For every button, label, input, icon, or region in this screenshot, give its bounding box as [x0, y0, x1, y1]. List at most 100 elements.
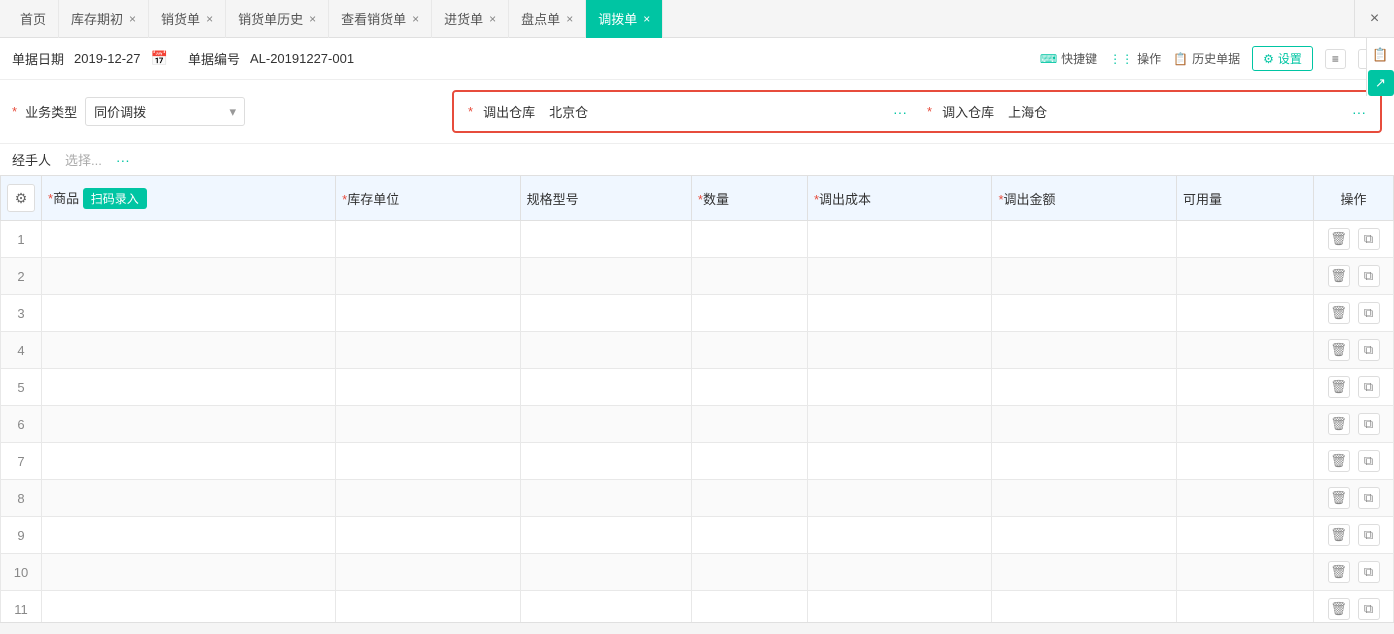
- copy-row-icon[interactable]: ⧉: [1358, 413, 1380, 435]
- cell-available[interactable]: [1177, 554, 1314, 591]
- cell-amount[interactable]: [992, 443, 1177, 480]
- cell-amount[interactable]: [992, 369, 1177, 406]
- cell-cost[interactable]: [807, 480, 992, 517]
- cell-spec[interactable]: [520, 295, 691, 332]
- cell-product[interactable]: [42, 295, 336, 332]
- cell-product[interactable]: [42, 406, 336, 443]
- cell-available[interactable]: [1177, 591, 1314, 623]
- cell-spec[interactable]: [520, 443, 691, 480]
- cell-quantity[interactable]: [691, 480, 807, 517]
- copy-row-icon[interactable]: ⧉: [1358, 302, 1380, 324]
- copy-row-icon[interactable]: ⧉: [1358, 524, 1380, 546]
- cell-cost[interactable]: [807, 406, 992, 443]
- cell-amount[interactable]: [992, 406, 1177, 443]
- cell-cost[interactable]: [807, 554, 992, 591]
- tab-home[interactable]: 首页: [8, 0, 59, 38]
- tab-inventory-check[interactable]: 盘点单 ×: [509, 0, 586, 38]
- cell-amount[interactable]: [992, 258, 1177, 295]
- cell-cost[interactable]: [807, 517, 992, 554]
- table-settings-icon[interactable]: ⚙: [7, 184, 35, 212]
- cell-quantity[interactable]: [691, 554, 807, 591]
- cell-product[interactable]: [42, 332, 336, 369]
- close-icon[interactable]: ×: [489, 12, 496, 26]
- cell-spec[interactable]: [520, 369, 691, 406]
- close-icon[interactable]: ×: [566, 12, 573, 26]
- copy-row-icon[interactable]: ⧉: [1358, 228, 1380, 250]
- cell-quantity[interactable]: [691, 406, 807, 443]
- person-select[interactable]: 选择...: [65, 150, 102, 169]
- cell-quantity[interactable]: [691, 258, 807, 295]
- cell-spec[interactable]: [520, 332, 691, 369]
- cell-available[interactable]: [1177, 480, 1314, 517]
- cell-amount[interactable]: [992, 332, 1177, 369]
- close-icon[interactable]: ×: [309, 12, 316, 26]
- horizontal-scrollbar[interactable]: [0, 622, 1394, 634]
- cell-cost[interactable]: [807, 258, 992, 295]
- cell-unit[interactable]: [336, 554, 521, 591]
- cell-cost[interactable]: [807, 591, 992, 623]
- biz-type-select[interactable]: 同价调拨 ▾: [85, 97, 245, 126]
- cell-available[interactable]: [1177, 369, 1314, 406]
- delete-row-icon[interactable]: 🗑: [1328, 598, 1350, 620]
- operations-button[interactable]: ⋮⋮ 操作: [1109, 50, 1161, 67]
- delete-row-icon[interactable]: 🗑: [1328, 265, 1350, 287]
- close-icon[interactable]: ×: [643, 12, 650, 26]
- cell-product[interactable]: [42, 369, 336, 406]
- copy-row-icon[interactable]: ⧉: [1358, 598, 1380, 620]
- barcode-scan-button[interactable]: 扫码录入: [83, 188, 147, 209]
- cell-quantity[interactable]: [691, 443, 807, 480]
- view-toggle-list[interactable]: ≡: [1325, 49, 1346, 69]
- close-icon[interactable]: ×: [206, 12, 213, 26]
- cell-available[interactable]: [1177, 221, 1314, 258]
- cell-available[interactable]: [1177, 332, 1314, 369]
- in-warehouse-more-icon[interactable]: ···: [1352, 104, 1366, 120]
- out-warehouse-more-icon[interactable]: ···: [893, 104, 907, 120]
- delete-row-icon[interactable]: 🗑: [1328, 302, 1350, 324]
- delete-row-icon[interactable]: 🗑: [1328, 228, 1350, 250]
- cell-cost[interactable]: [807, 221, 992, 258]
- cell-spec[interactable]: [520, 406, 691, 443]
- cell-product[interactable]: [42, 554, 336, 591]
- cell-spec[interactable]: [520, 480, 691, 517]
- cell-cost[interactable]: [807, 443, 992, 480]
- delete-row-icon[interactable]: 🗑: [1328, 561, 1350, 583]
- cell-amount[interactable]: [992, 591, 1177, 623]
- cell-unit[interactable]: [336, 517, 521, 554]
- cell-unit[interactable]: [336, 369, 521, 406]
- person-more-icon[interactable]: ···: [116, 152, 130, 168]
- settings-button[interactable]: ⚙ 设置: [1252, 46, 1313, 71]
- cell-spec[interactable]: [520, 517, 691, 554]
- delete-row-icon[interactable]: 🗑: [1328, 450, 1350, 472]
- close-icon[interactable]: ×: [129, 12, 136, 26]
- tab-purchase-order[interactable]: 进货单 ×: [432, 0, 509, 38]
- cell-product[interactable]: [42, 591, 336, 623]
- tab-transfer[interactable]: 调拨单 ×: [586, 0, 663, 38]
- delete-row-icon[interactable]: 🗑: [1328, 339, 1350, 361]
- sidebar-notes-icon[interactable]: 📋: [1368, 42, 1394, 68]
- copy-row-icon[interactable]: ⧉: [1358, 339, 1380, 361]
- cell-cost[interactable]: [807, 369, 992, 406]
- cell-quantity[interactable]: [691, 332, 807, 369]
- cell-cost[interactable]: [807, 332, 992, 369]
- cell-spec[interactable]: [520, 221, 691, 258]
- cell-unit[interactable]: [336, 332, 521, 369]
- cell-unit[interactable]: [336, 591, 521, 623]
- cell-quantity[interactable]: [691, 221, 807, 258]
- cell-unit[interactable]: [336, 258, 521, 295]
- cell-quantity[interactable]: [691, 591, 807, 623]
- cell-quantity[interactable]: [691, 517, 807, 554]
- copy-row-icon[interactable]: ⧉: [1358, 561, 1380, 583]
- tab-sales-history[interactable]: 销货单历史 ×: [226, 0, 329, 38]
- cell-unit[interactable]: [336, 221, 521, 258]
- cell-spec[interactable]: [520, 591, 691, 623]
- delete-row-icon[interactable]: 🗑: [1328, 376, 1350, 398]
- delete-row-icon[interactable]: 🗑: [1328, 524, 1350, 546]
- cell-amount[interactable]: [992, 221, 1177, 258]
- window-close-button[interactable]: ×: [1354, 0, 1394, 38]
- cell-product[interactable]: [42, 221, 336, 258]
- close-icon[interactable]: ×: [412, 12, 419, 26]
- history-button[interactable]: 📋 历史单据: [1173, 50, 1240, 67]
- cell-cost[interactable]: [807, 295, 992, 332]
- cell-available[interactable]: [1177, 517, 1314, 554]
- copy-row-icon[interactable]: ⧉: [1358, 376, 1380, 398]
